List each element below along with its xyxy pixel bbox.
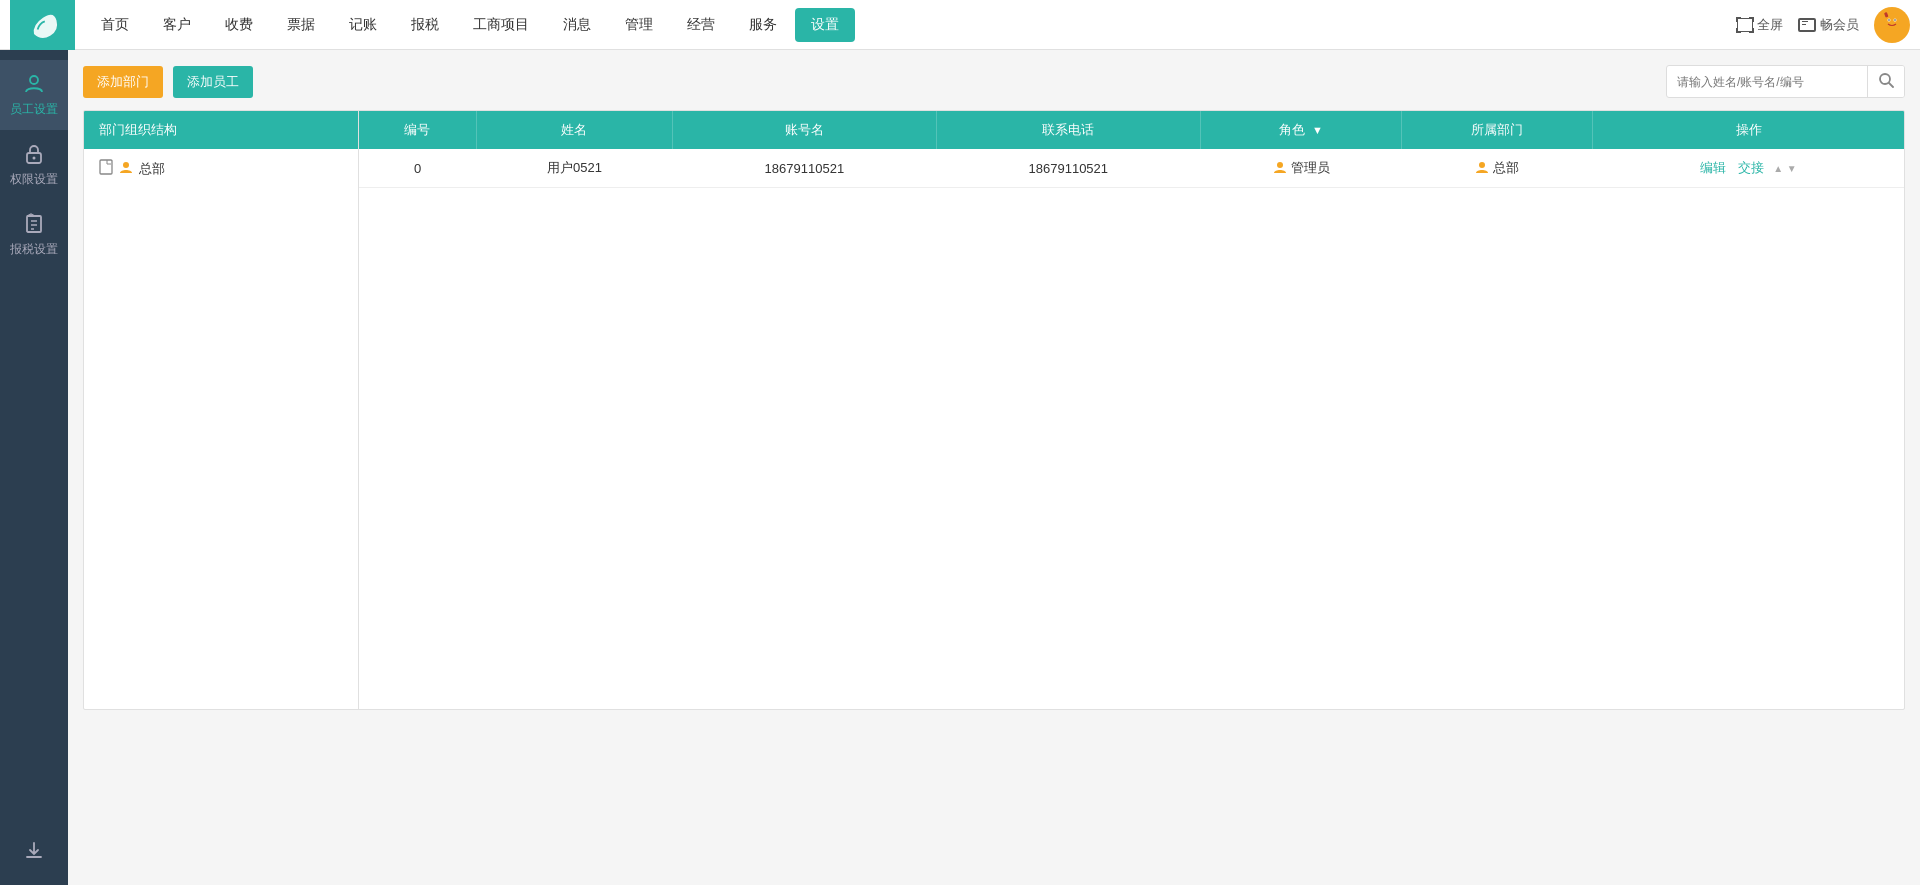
content-area: 添加部门 添加员工 部门组织结构	[68, 50, 1920, 885]
search-icon	[1878, 72, 1894, 88]
svg-point-18	[1479, 162, 1485, 168]
svg-point-4	[1894, 19, 1896, 21]
sidebar-item-taxsettings[interactable]: 报税设置	[0, 200, 68, 270]
col-phone: 联系电话	[936, 111, 1200, 149]
report-icon	[22, 212, 46, 236]
avatar[interactable]	[1874, 7, 1910, 43]
nav-item-service[interactable]: 服务	[733, 8, 793, 42]
nav-item-business[interactable]: 工商项目	[457, 8, 545, 42]
table-row: 0 用户0521 18679110521 18679110521	[359, 149, 1904, 188]
col-id: 编号	[359, 111, 476, 149]
role-value: 管理员	[1291, 159, 1330, 177]
cell-role: 管理员	[1200, 149, 1402, 188]
svg-point-16	[123, 162, 129, 168]
col-name: 姓名	[476, 111, 672, 149]
svg-point-8	[33, 157, 36, 160]
member-btn[interactable]: 畅会员	[1798, 16, 1859, 34]
svg-point-6	[30, 76, 38, 84]
member-icon	[1798, 18, 1816, 32]
cell-account: 18679110521	[672, 149, 936, 188]
cell-name: 用户0521	[476, 149, 672, 188]
nav-item-home[interactable]: 首页	[85, 8, 145, 42]
sidebar-item-permission-label: 权限设置	[10, 171, 58, 188]
logo	[10, 0, 75, 50]
fullscreen-btn[interactable]: 全屏	[1737, 16, 1783, 34]
svg-rect-15	[100, 160, 112, 174]
role-user-icon	[1273, 160, 1287, 177]
search-box	[1666, 65, 1905, 98]
dept-tree-header: 部门组织结构	[84, 111, 358, 149]
top-nav: 首页 客户 收费 票据 记账 报税 工商项目 消息 管理 经营 服务 设置 全屏	[0, 0, 1920, 50]
download-icon	[22, 839, 46, 863]
search-button[interactable]	[1867, 66, 1904, 97]
fullscreen-icon	[1737, 18, 1753, 32]
emp-table: 编号 姓名 账号名 联系电话 角色 ▼ 所属部门 操作	[359, 111, 1904, 709]
nav-item-invoice[interactable]: 票据	[271, 8, 331, 42]
row-scroll-down[interactable]: ▼	[1787, 163, 1797, 174]
sidebar-item-employee-label: 员工设置	[10, 101, 58, 118]
svg-line-14	[1889, 83, 1893, 87]
dept-value: 总部	[1493, 159, 1519, 177]
col-account: 账号名	[672, 111, 936, 149]
main-panel: 部门组织结构 总部	[83, 110, 1905, 710]
dept-tree-item-root[interactable]: 总部	[84, 149, 358, 188]
row-scroll-up[interactable]: ▲	[1773, 163, 1783, 174]
dept-tree-root-label: 总部	[139, 160, 165, 178]
nav-item-operation[interactable]: 经营	[671, 8, 731, 42]
nav-right: 全屏 畅会员	[1737, 7, 1910, 43]
sidebar-item-download[interactable]	[0, 827, 68, 875]
cell-phone: 18679110521	[936, 149, 1200, 188]
nav-item-manage[interactable]: 管理	[609, 8, 669, 42]
toolbar: 添加部门 添加员工	[83, 65, 1905, 98]
cell-actions: 编辑 交接 ▲ ▼	[1593, 149, 1904, 188]
add-emp-button[interactable]: 添加员工	[173, 66, 253, 98]
file-icon	[99, 159, 113, 178]
lock-icon	[22, 142, 46, 166]
col-role: 角色 ▼	[1200, 111, 1402, 149]
col-actions: 操作	[1593, 111, 1904, 149]
add-dept-button[interactable]: 添加部门	[83, 66, 163, 98]
member-label: 畅会员	[1820, 16, 1859, 34]
svg-point-17	[1277, 162, 1283, 168]
svg-rect-5	[1884, 11, 1889, 17]
main-layout: 员工设置 权限设置 报税设置	[0, 50, 1920, 885]
dept-tree: 部门组织结构 总部	[84, 111, 359, 709]
edit-action-link[interactable]: 编辑	[1700, 160, 1726, 175]
nav-item-settings[interactable]: 设置	[795, 8, 855, 42]
svg-point-3	[1888, 19, 1890, 21]
person-icon	[22, 72, 46, 96]
sidebar-bottom	[0, 827, 68, 885]
sidebar: 员工设置 权限设置 报税设置	[0, 50, 68, 885]
cell-id: 0	[359, 149, 476, 188]
nav-items: 首页 客户 收费 票据 记账 报税 工商项目 消息 管理 经营 服务 设置	[85, 8, 1737, 42]
tree-user-icon	[119, 160, 133, 177]
nav-item-account[interactable]: 记账	[333, 8, 393, 42]
sidebar-item-employee[interactable]: 员工设置	[0, 60, 68, 130]
sidebar-item-permission[interactable]: 权限设置	[0, 130, 68, 200]
col-dept: 所属部门	[1402, 111, 1593, 149]
cell-dept: 总部	[1402, 149, 1593, 188]
employee-table: 编号 姓名 账号名 联系电话 角色 ▼ 所属部门 操作	[359, 111, 1904, 188]
fullscreen-label: 全屏	[1757, 16, 1783, 34]
nav-item-fee[interactable]: 收费	[209, 8, 269, 42]
nav-item-tax[interactable]: 报税	[395, 8, 455, 42]
sidebar-item-taxsettings-label: 报税设置	[10, 241, 58, 258]
dept-user-icon	[1475, 160, 1489, 177]
search-input[interactable]	[1667, 69, 1867, 95]
nav-item-message[interactable]: 消息	[547, 8, 607, 42]
transfer-action-link[interactable]: 交接	[1738, 160, 1764, 175]
nav-item-customer[interactable]: 客户	[147, 8, 207, 42]
role-filter-icon[interactable]: ▼	[1312, 124, 1323, 136]
